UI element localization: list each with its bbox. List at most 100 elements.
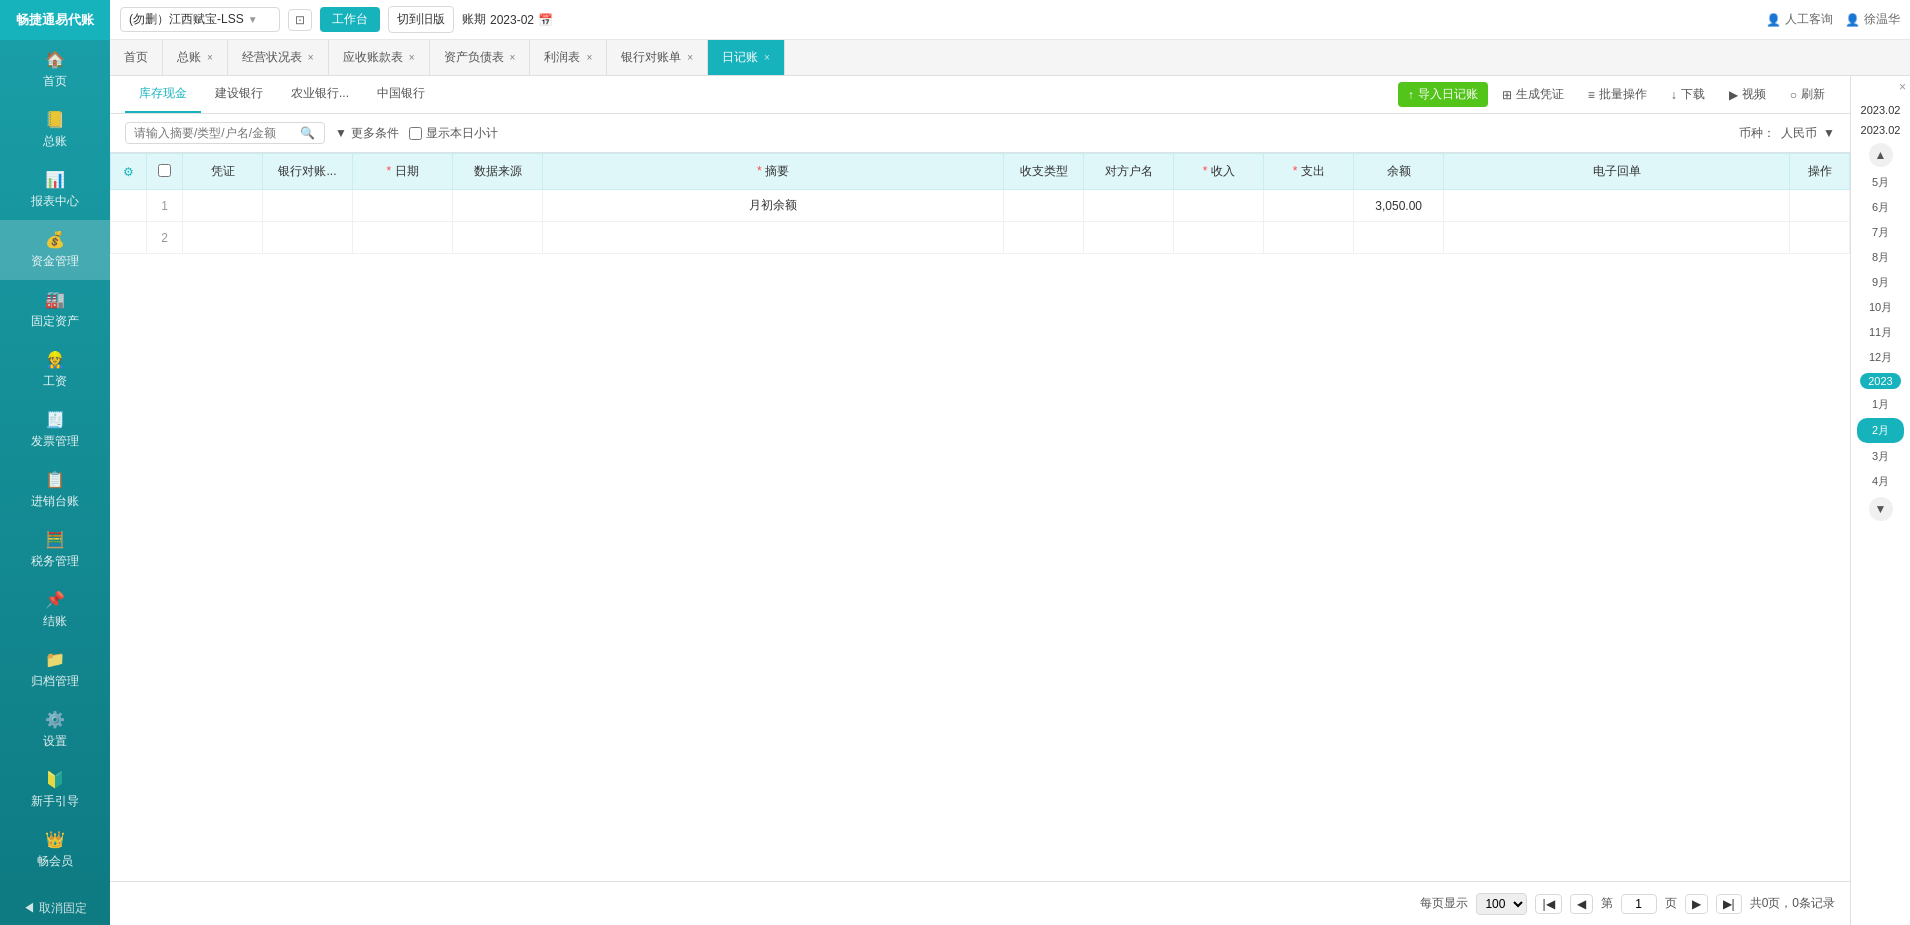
- month-12[interactable]: 12月: [1851, 345, 1910, 370]
- download-button[interactable]: ↓ 下载: [1661, 82, 1715, 107]
- col-income-label: 收入: [1211, 164, 1235, 178]
- sub-tab-construction[interactable]: 建设银行: [201, 76, 277, 113]
- video-button[interactable]: ▶ 视频: [1719, 82, 1776, 107]
- tab-receivable-close[interactable]: ×: [409, 52, 415, 63]
- month-11[interactable]: 11月: [1851, 320, 1910, 345]
- import-button[interactable]: ↑ 导入日记账: [1398, 82, 1488, 107]
- tab-receivable[interactable]: 应收账款表 ×: [329, 40, 430, 75]
- year-label-2023-02-top2: 2023.02: [1851, 120, 1910, 140]
- tab-home[interactable]: 首页: [110, 40, 163, 75]
- year-badge-2023[interactable]: 2023: [1860, 373, 1900, 389]
- tab-diary-close[interactable]: ×: [764, 52, 770, 63]
- copy-button[interactable]: ⊡: [288, 9, 312, 31]
- table-row[interactable]: 1 月初余额 3,050.00: [111, 190, 1850, 222]
- video-label: 视频: [1742, 86, 1766, 103]
- switch-old-button[interactable]: 切到旧版: [388, 6, 454, 33]
- sidebar: 畅捷通易代账 🏠 首页 📒 总账 📊 报表中心 💰 资金管理 🏭 固定资产 👷 …: [0, 0, 110, 925]
- generate-voucher-button[interactable]: ⊞ 生成凭证: [1492, 82, 1574, 107]
- row1-checkbox[interactable]: 1: [147, 190, 183, 222]
- calendar-icon[interactable]: 📅: [538, 13, 553, 27]
- tab-assets-close[interactable]: ×: [510, 52, 516, 63]
- table-row[interactable]: 2: [111, 222, 1850, 254]
- more-conditions-label: 更多条件: [351, 125, 399, 142]
- user-profile[interactable]: 👤 徐温华: [1845, 11, 1900, 28]
- sidebar-item-tax[interactable]: 🧮 税务管理: [0, 520, 110, 580]
- row2-expense: [1264, 222, 1354, 254]
- sidebar-collapse-button[interactable]: ◀ 取消固定: [0, 892, 110, 925]
- import-icon: ↑: [1408, 88, 1414, 102]
- row2-voucher: [183, 222, 263, 254]
- more-conditions-button[interactable]: ▼ 更多条件: [335, 125, 399, 142]
- sub-tab-china[interactable]: 中国银行: [363, 76, 439, 113]
- sub-tab-cash[interactable]: 库存现金: [125, 76, 201, 113]
- tab-profit[interactable]: 利润表 ×: [530, 40, 607, 75]
- required-star-date: *: [386, 164, 391, 178]
- month-10[interactable]: 10月: [1851, 295, 1910, 320]
- refresh-button[interactable]: ○ 刷新: [1780, 82, 1835, 107]
- first-page-button[interactable]: |◀: [1535, 894, 1561, 914]
- workbench-button[interactable]: 工作台: [320, 7, 380, 32]
- page-number-input[interactable]: [1621, 894, 1657, 914]
- month-2-active[interactable]: 2月: [1857, 418, 1904, 443]
- col-settings[interactable]: ⚙: [111, 154, 147, 190]
- tab-receivable-label: 应收账款表: [343, 49, 403, 66]
- row1-income: [1174, 190, 1264, 222]
- settings-col-icon[interactable]: ⚙: [123, 165, 134, 179]
- required-star-summary: *: [757, 164, 762, 178]
- month-4[interactable]: 4月: [1851, 469, 1910, 494]
- batch-op-button[interactable]: ≡ 批量操作: [1578, 82, 1657, 107]
- sub-tab-agriculture[interactable]: 农业银行...: [277, 76, 363, 113]
- row2-checkbox[interactable]: 2: [147, 222, 183, 254]
- sidebar-item-ledger[interactable]: 📒 总账: [0, 100, 110, 160]
- sidebar-item-label: 首页: [43, 73, 67, 90]
- month-9[interactable]: 9月: [1851, 270, 1910, 295]
- month-6[interactable]: 6月: [1851, 195, 1910, 220]
- search-box[interactable]: 🔍: [125, 122, 325, 144]
- sidebar-item-invoice[interactable]: 🧾 发票管理: [0, 400, 110, 460]
- sidebar-item-guide[interactable]: 🔰 新手引导: [0, 760, 110, 820]
- panel-down-button[interactable]: ▼: [1869, 497, 1893, 521]
- col-checkbox-header[interactable]: [147, 154, 183, 190]
- sidebar-item-settings[interactable]: ⚙️ 设置: [0, 700, 110, 760]
- tab-business-close[interactable]: ×: [308, 52, 314, 63]
- tab-bank-statement[interactable]: 银行对账单 ×: [607, 40, 708, 75]
- sidebar-item-home[interactable]: 🏠 首页: [0, 40, 110, 100]
- support-button[interactable]: 👤 人工客询: [1766, 11, 1833, 28]
- month-1[interactable]: 1月: [1851, 392, 1910, 417]
- prev-page-button[interactable]: ◀: [1570, 894, 1593, 914]
- tab-assets-label: 资产负债表: [444, 49, 504, 66]
- tab-assets[interactable]: 资产负债表 ×: [430, 40, 531, 75]
- panel-up-button[interactable]: ▲: [1869, 143, 1893, 167]
- tab-ledger-close[interactable]: ×: [207, 52, 213, 63]
- month-8[interactable]: 8月: [1851, 245, 1910, 270]
- last-page-button[interactable]: ▶|: [1716, 894, 1742, 914]
- tab-profit-close[interactable]: ×: [586, 52, 592, 63]
- tab-diary[interactable]: 日记账 ×: [708, 40, 785, 75]
- sidebar-item-purchase-sales[interactable]: 📋 进销台账: [0, 460, 110, 520]
- sidebar-item-salary[interactable]: 👷 工资: [0, 340, 110, 400]
- sidebar-item-member[interactable]: 👑 畅会员: [0, 820, 110, 880]
- tab-bank-statement-close[interactable]: ×: [687, 52, 693, 63]
- select-all-checkbox[interactable]: [158, 164, 171, 177]
- company-selector[interactable]: (勿删）江西赋宝-LSS ▼: [120, 7, 280, 32]
- member-icon: 👑: [45, 830, 65, 849]
- right-panel-close-button[interactable]: ×: [1899, 80, 1906, 94]
- next-page-button[interactable]: ▶: [1685, 894, 1708, 914]
- daily-total-checkbox-label[interactable]: 显示本日小计: [409, 125, 498, 142]
- sidebar-item-funds[interactable]: 💰 资金管理: [0, 220, 110, 280]
- sidebar-item-reports[interactable]: 📊 报表中心: [0, 160, 110, 220]
- sidebar-item-fixed-assets[interactable]: 🏭 固定资产: [0, 280, 110, 340]
- daily-total-checkbox[interactable]: [409, 127, 422, 140]
- month-3[interactable]: 3月: [1851, 444, 1910, 469]
- tab-ledger[interactable]: 总账 ×: [163, 40, 228, 75]
- sidebar-item-archive[interactable]: 📁 归档管理: [0, 640, 110, 700]
- topbar-right: 👤 人工客询 👤 徐温华: [1766, 11, 1900, 28]
- sidebar-item-closing[interactable]: 📌 结账: [0, 580, 110, 640]
- month-5[interactable]: 5月: [1851, 170, 1910, 195]
- search-input[interactable]: [134, 126, 294, 140]
- per-page-select[interactable]: 100 50 200: [1476, 893, 1527, 915]
- home-icon: 🏠: [45, 50, 65, 69]
- tab-business[interactable]: 经营状况表 ×: [228, 40, 329, 75]
- currency-dropdown-arrow[interactable]: ▼: [1823, 126, 1835, 140]
- month-7[interactable]: 7月: [1851, 220, 1910, 245]
